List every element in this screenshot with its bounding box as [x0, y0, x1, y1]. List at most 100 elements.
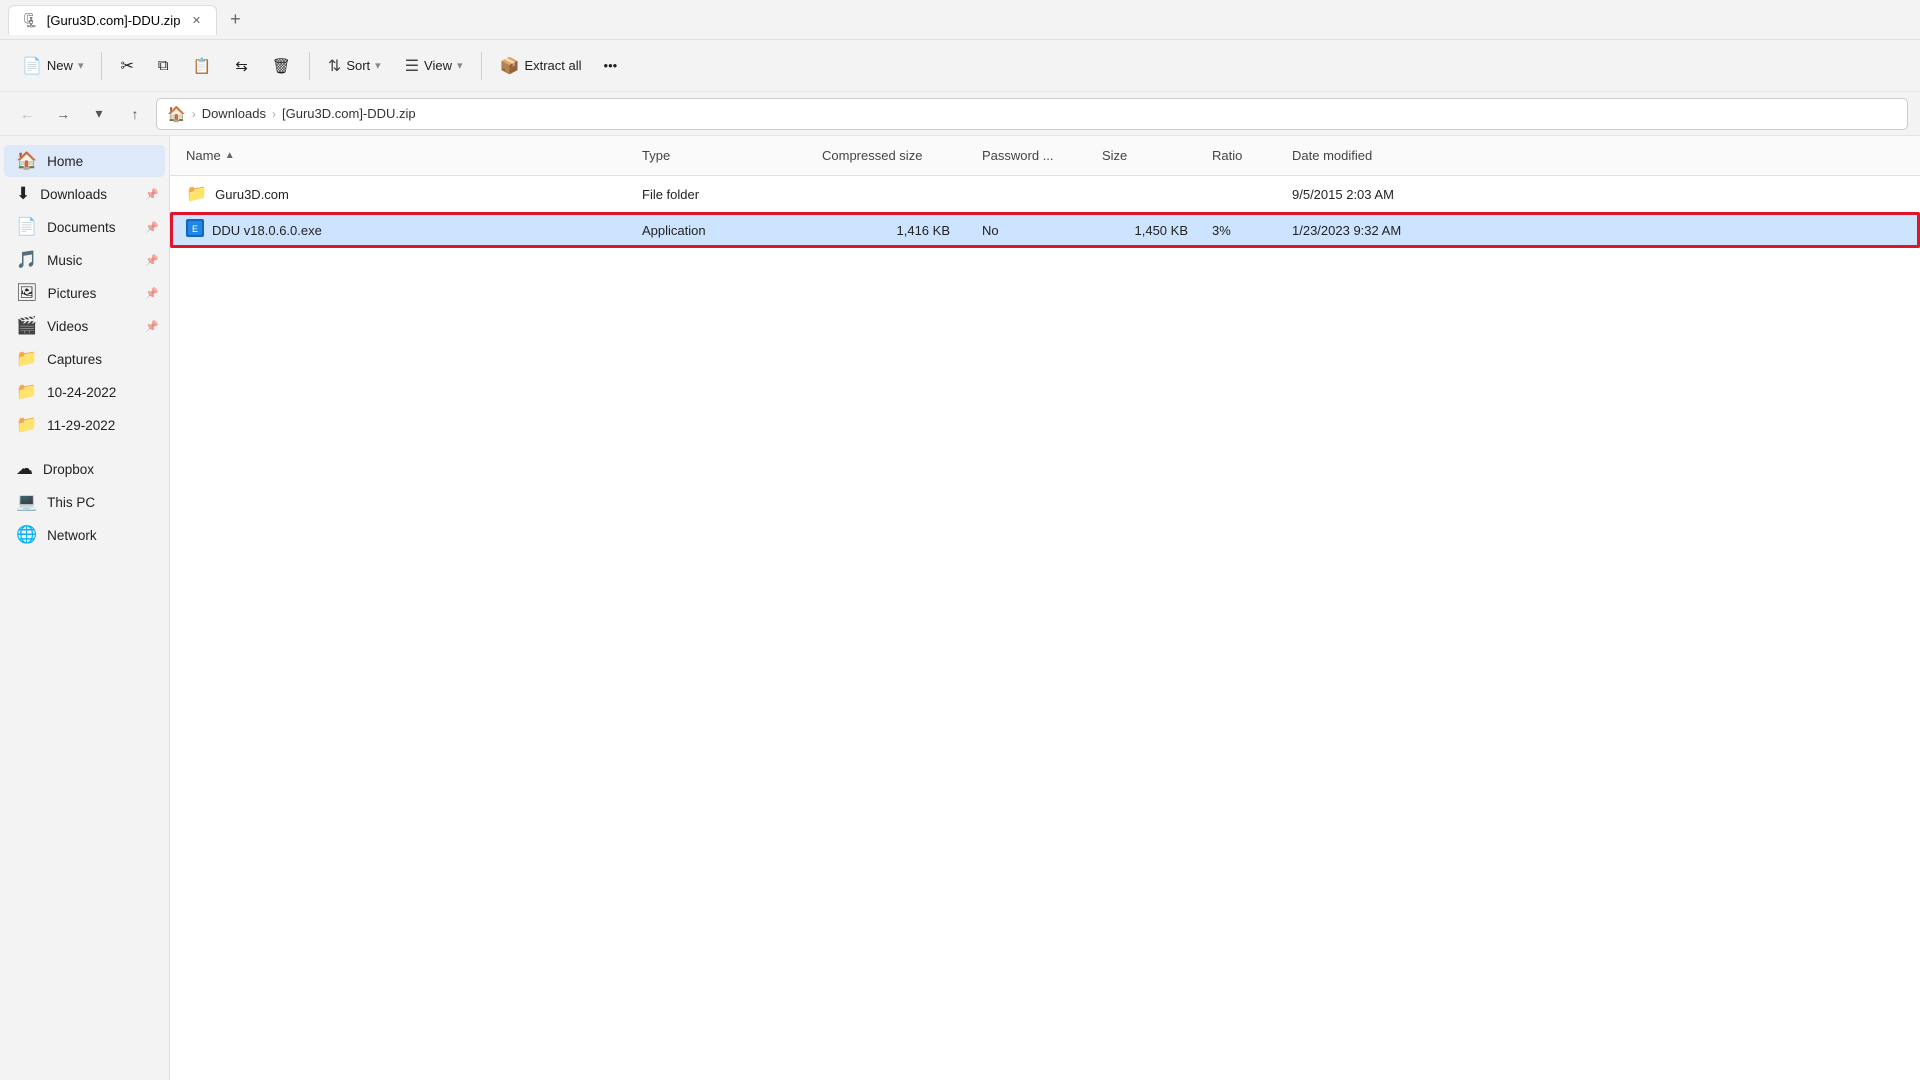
title-tab[interactable]: 🗜 [Guru3D.com]-DDU.zip ✕ [8, 5, 217, 35]
tab-label: [Guru3D.com]-DDU.zip [47, 13, 181, 28]
new-arrow: ▾ [78, 59, 84, 72]
breadcrumb-sep-2: › [272, 107, 276, 121]
col-ratio-header[interactable]: Ratio [1200, 148, 1280, 163]
tab-close-button[interactable]: ✕ [188, 12, 204, 28]
new-label: New [47, 58, 73, 73]
zip-icon: 🗜 [21, 12, 39, 29]
sidebar-label-dropbox: Dropbox [43, 462, 94, 477]
view-button[interactable]: ☰ View ▾ [395, 50, 473, 82]
file-name-col: 📁Guru3D.com [170, 184, 630, 204]
sidebar-label-10-24-2022: 10-24-2022 [47, 385, 116, 400]
sidebar-label-11-29-2022: 11-29-2022 [47, 418, 115, 433]
sort-icon: ⇅ [328, 56, 341, 76]
move-icon: ⇆ [235, 57, 248, 75]
copy-button[interactable]: ⧉ [148, 51, 179, 80]
11-29-2022-icon: 📁 [16, 415, 37, 435]
col-compressed-header[interactable]: Compressed size [810, 148, 970, 163]
breadcrumb: 🏠 › Downloads › [Guru3D.com]-DDU.zip [156, 98, 1908, 130]
col-date-header[interactable]: Date modified [1280, 148, 1480, 163]
svg-text:E: E [192, 224, 198, 234]
file-name-label: DDU v18.0.6.0.exe [212, 223, 322, 238]
pin-icon-videos: 📌 [145, 320, 159, 333]
file-size-col: 1,450 KB [1090, 223, 1200, 238]
forward-icon: → [56, 106, 70, 122]
pin-icon-documents: 📌 [145, 221, 159, 234]
exe-icon: E [186, 219, 204, 242]
breadcrumb-zip[interactable]: [Guru3D.com]-DDU.zip [282, 106, 416, 121]
sidebar-item-this-pc[interactable]: 💻This PC [4, 486, 165, 518]
sidebar: 🏠Home⬇Downloads📌📄Documents📌🎵Music📌🖼Pictu… [0, 136, 170, 1080]
cut-icon: ✂ [120, 56, 133, 76]
file-date-col: 9/5/2015 2:03 AM [1280, 187, 1480, 202]
extract-icon: 📦 [500, 56, 520, 76]
sidebar-label-network: Network [47, 528, 97, 543]
move-button[interactable]: ⇆ [225, 51, 258, 81]
sidebar-label-downloads: Downloads [40, 187, 107, 202]
paste-icon: 📋 [193, 57, 212, 75]
delete-button[interactable]: 🗑 [262, 51, 301, 81]
dropdown-icon: ▾ [95, 105, 102, 122]
sidebar-item-dropbox[interactable]: ☁ Dropbox [4, 453, 165, 485]
sidebar-item-music[interactable]: 🎵Music📌 [4, 244, 165, 276]
pin-icon-downloads: 📌 [145, 188, 159, 201]
extract-label: Extract all [524, 58, 581, 73]
10-24-2022-icon: 📁 [16, 382, 37, 402]
paste-button[interactable]: 📋 [183, 51, 222, 81]
view-icon: ☰ [405, 56, 419, 76]
sort-button[interactable]: ⇅ Sort ▾ [318, 50, 391, 82]
col-name-header[interactable]: Name ▲ [170, 148, 630, 163]
col-type-header[interactable]: Type [630, 148, 810, 163]
dropbox-icon: ☁ [16, 459, 33, 479]
sidebar-label-captures: Captures [47, 352, 102, 367]
pin-icon-pictures: 📌 [145, 287, 159, 300]
dropdown-button[interactable]: ▾ [84, 99, 114, 129]
more-options-button[interactable]: ••• [596, 52, 626, 79]
col-size-header[interactable]: Size [1090, 148, 1200, 163]
sidebar-item-videos[interactable]: 🎬 Videos 📌 [4, 310, 165, 342]
forward-button[interactable]: → [48, 99, 78, 129]
sidebar-item-home[interactable]: 🏠 Home [4, 145, 165, 177]
extract-all-button[interactable]: 📦 Extract all [490, 50, 592, 82]
file-list: 📁Guru3D.comFile folder9/5/2015 2:03 AM E D… [170, 176, 1920, 248]
file-compressed-col: 1,416 KB [810, 223, 970, 238]
sort-arrow-name: ▲ [225, 150, 235, 161]
separator-1 [101, 52, 102, 80]
view-label: View [424, 58, 452, 73]
file-type-col: Application [630, 223, 810, 238]
sidebar-label-documents: Documents [47, 220, 115, 235]
sidebar-label-videos: Videos [47, 319, 88, 334]
sidebar-item-captures[interactable]: 📁Captures [4, 343, 165, 375]
up-icon: ↑ [132, 106, 139, 122]
more-label: ••• [604, 58, 618, 73]
folder-icon: 📁 [186, 184, 207, 204]
breadcrumb-downloads[interactable]: Downloads [202, 106, 266, 121]
sort-arrow: ▾ [375, 59, 381, 72]
new-icon: 📄 [22, 56, 42, 76]
sidebar-item-pictures[interactable]: 🖼Pictures📌 [4, 277, 165, 309]
downloads-icon: ⬇ [16, 184, 30, 204]
sidebar-item-downloads[interactable]: ⬇ Downloads 📌 [4, 178, 165, 210]
title-bar: 🗜 [Guru3D.com]-DDU.zip ✕ + [0, 0, 1920, 40]
sidebar-label-music: Music [47, 253, 82, 268]
network-icon: 🌐 [16, 525, 37, 545]
videos-icon: 🎬 [16, 316, 37, 336]
sidebar-label-home: Home [47, 154, 83, 169]
table-row[interactable]: 📁Guru3D.comFile folder9/5/2015 2:03 AM [170, 176, 1920, 212]
sidebar-item-network[interactable]: 🌐 Network [4, 519, 165, 551]
separator-2 [309, 52, 310, 80]
home-icon: 🏠 [16, 151, 37, 171]
cut-button[interactable]: ✂ [110, 50, 143, 82]
file-name-col: E DDU v18.0.6.0.exe [170, 219, 630, 242]
home-breadcrumb-icon: 🏠 [167, 105, 186, 123]
sidebar-item-11-29-2022[interactable]: 📁 11-29-2022 [4, 409, 165, 441]
col-password-header[interactable]: Password ... [970, 148, 1090, 163]
sidebar-item-documents[interactable]: 📄Documents📌 [4, 211, 165, 243]
copy-icon: ⧉ [158, 57, 169, 74]
pin-icon-music: 📌 [145, 254, 159, 267]
back-button[interactable]: ← [12, 99, 42, 129]
table-row[interactable]: EDDU v18.0.6.0.exeApplication1,416 KBNo1… [170, 212, 1920, 248]
new-tab-button[interactable]: + [221, 6, 249, 34]
up-button[interactable]: ↑ [120, 99, 150, 129]
sidebar-item-10-24-2022[interactable]: 📁 10-24-2022 [4, 376, 165, 408]
new-button[interactable]: 📄 New ▾ [12, 50, 93, 82]
